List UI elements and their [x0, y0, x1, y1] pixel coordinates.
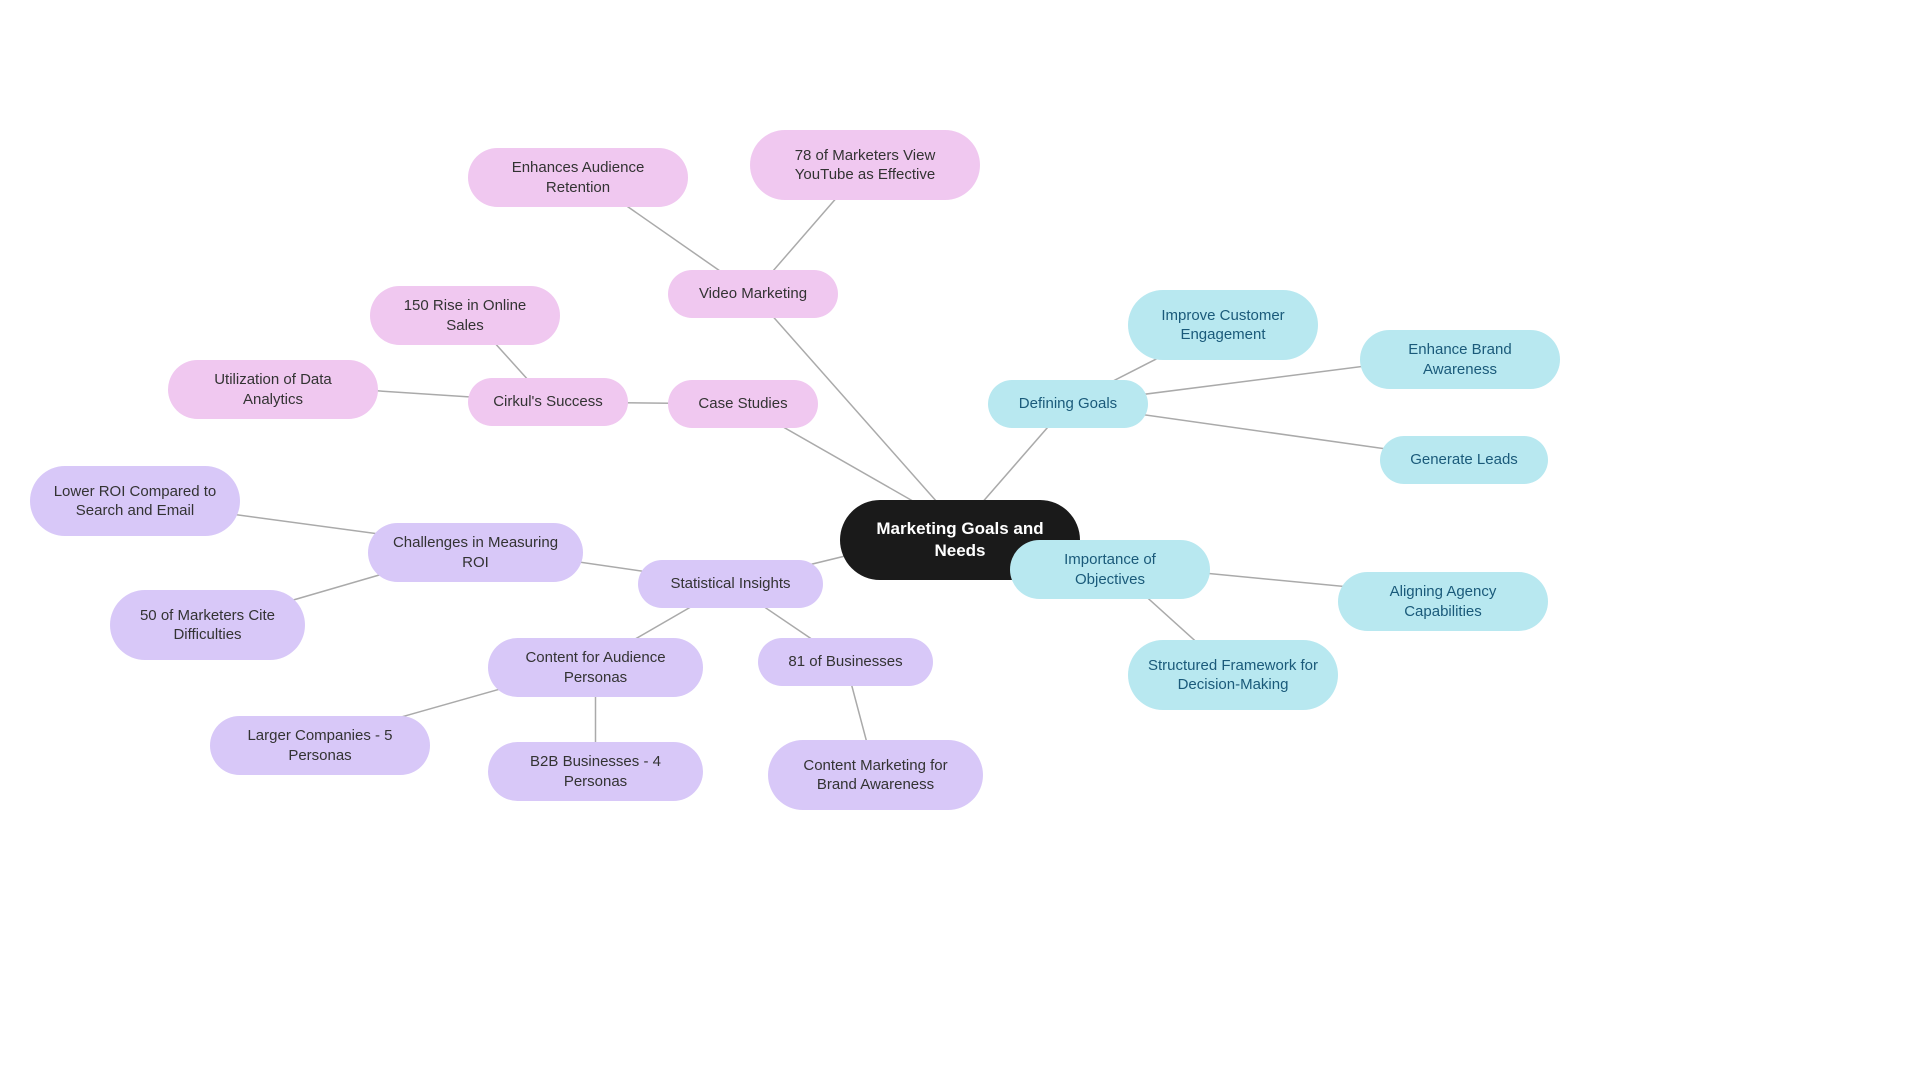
node-enhancesAudienceRetention: Enhances Audience Retention — [468, 148, 688, 207]
node-78Marketers: 78 of Marketers View YouTube as Effectiv… — [750, 130, 980, 200]
node-label-definingGoals: Defining Goals — [1019, 394, 1117, 414]
node-importanceObjectives: Importance of Objectives — [1010, 540, 1210, 599]
node-generateLeads: Generate Leads — [1380, 436, 1548, 484]
mind-map: Marketing Goals and NeedsVideo Marketing… — [0, 0, 1920, 1083]
node-label-largerCompanies: Larger Companies - 5 Personas — [228, 726, 412, 765]
node-label-78Marketers: 78 of Marketers View YouTube as Effectiv… — [768, 146, 962, 185]
node-enhanceBrandAwareness: Enhance Brand Awareness — [1360, 330, 1560, 389]
node-label-enhanceBrandAwareness: Enhance Brand Awareness — [1378, 340, 1542, 379]
node-label-caseStudies: Case Studies — [698, 394, 787, 414]
node-statisticalInsights: Statistical Insights — [638, 560, 823, 608]
node-label-challengesMeasuringROI: Challenges in Measuring ROI — [386, 533, 565, 572]
node-label-generateLeads: Generate Leads — [1410, 450, 1518, 470]
node-label-aligningAgencyCapabilities: Aligning Agency Capabilities — [1356, 582, 1530, 621]
node-largerCompanies: Larger Companies - 5 Personas — [210, 716, 430, 775]
node-label-structuredFramework: Structured Framework for Decision-Making — [1146, 656, 1320, 695]
node-label-81Businesses: 81 of Businesses — [788, 652, 902, 672]
node-contentMarketingBrandAwareness: Content Marketing for Brand Awareness — [768, 740, 983, 810]
node-challengesMeasuringROI: Challenges in Measuring ROI — [368, 523, 583, 582]
node-label-importanceObjectives: Importance of Objectives — [1028, 550, 1192, 589]
node-label-enhancesAudienceRetention: Enhances Audience Retention — [486, 158, 670, 197]
node-150Rise: 150 Rise in Online Sales — [370, 286, 560, 345]
node-lowerROI: Lower ROI Compared to Search and Email — [30, 466, 240, 536]
node-contentAudiencePersonas: Content for Audience Personas — [488, 638, 703, 697]
node-definingGoals: Defining Goals — [988, 380, 1148, 428]
node-label-improveCustomerEngagement: Improve Customer Engagement — [1146, 306, 1300, 345]
node-label-contentAudiencePersonas: Content for Audience Personas — [506, 648, 685, 687]
node-label-statisticalInsights: Statistical Insights — [670, 574, 790, 594]
node-81Businesses: 81 of Businesses — [758, 638, 933, 686]
node-b2bBusinesses: B2B Businesses - 4 Personas — [488, 742, 703, 801]
node-caseStudies: Case Studies — [668, 380, 818, 428]
node-label-contentMarketingBrandAwareness: Content Marketing for Brand Awareness — [786, 756, 965, 795]
node-label-50Marketers: 50 of Marketers Cite Difficulties — [128, 606, 287, 645]
node-cirkulSuccess: Cirkul's Success — [468, 378, 628, 426]
node-label-cirkulSuccess: Cirkul's Success — [493, 392, 603, 412]
node-utilizationDataAnalytics: Utilization of Data Analytics — [168, 360, 378, 419]
node-videoMarketing: Video Marketing — [668, 270, 838, 318]
node-label-videoMarketing: Video Marketing — [699, 284, 807, 304]
node-label-150Rise: 150 Rise in Online Sales — [388, 296, 542, 335]
node-aligningAgencyCapabilities: Aligning Agency Capabilities — [1338, 572, 1548, 631]
node-structuredFramework: Structured Framework for Decision-Making — [1128, 640, 1338, 710]
node-improveCustomerEngagement: Improve Customer Engagement — [1128, 290, 1318, 360]
node-label-lowerROI: Lower ROI Compared to Search and Email — [48, 482, 222, 521]
node-50Marketers: 50 of Marketers Cite Difficulties — [110, 590, 305, 660]
node-label-b2bBusinesses: B2B Businesses - 4 Personas — [506, 752, 685, 791]
node-label-utilizationDataAnalytics: Utilization of Data Analytics — [186, 370, 360, 409]
